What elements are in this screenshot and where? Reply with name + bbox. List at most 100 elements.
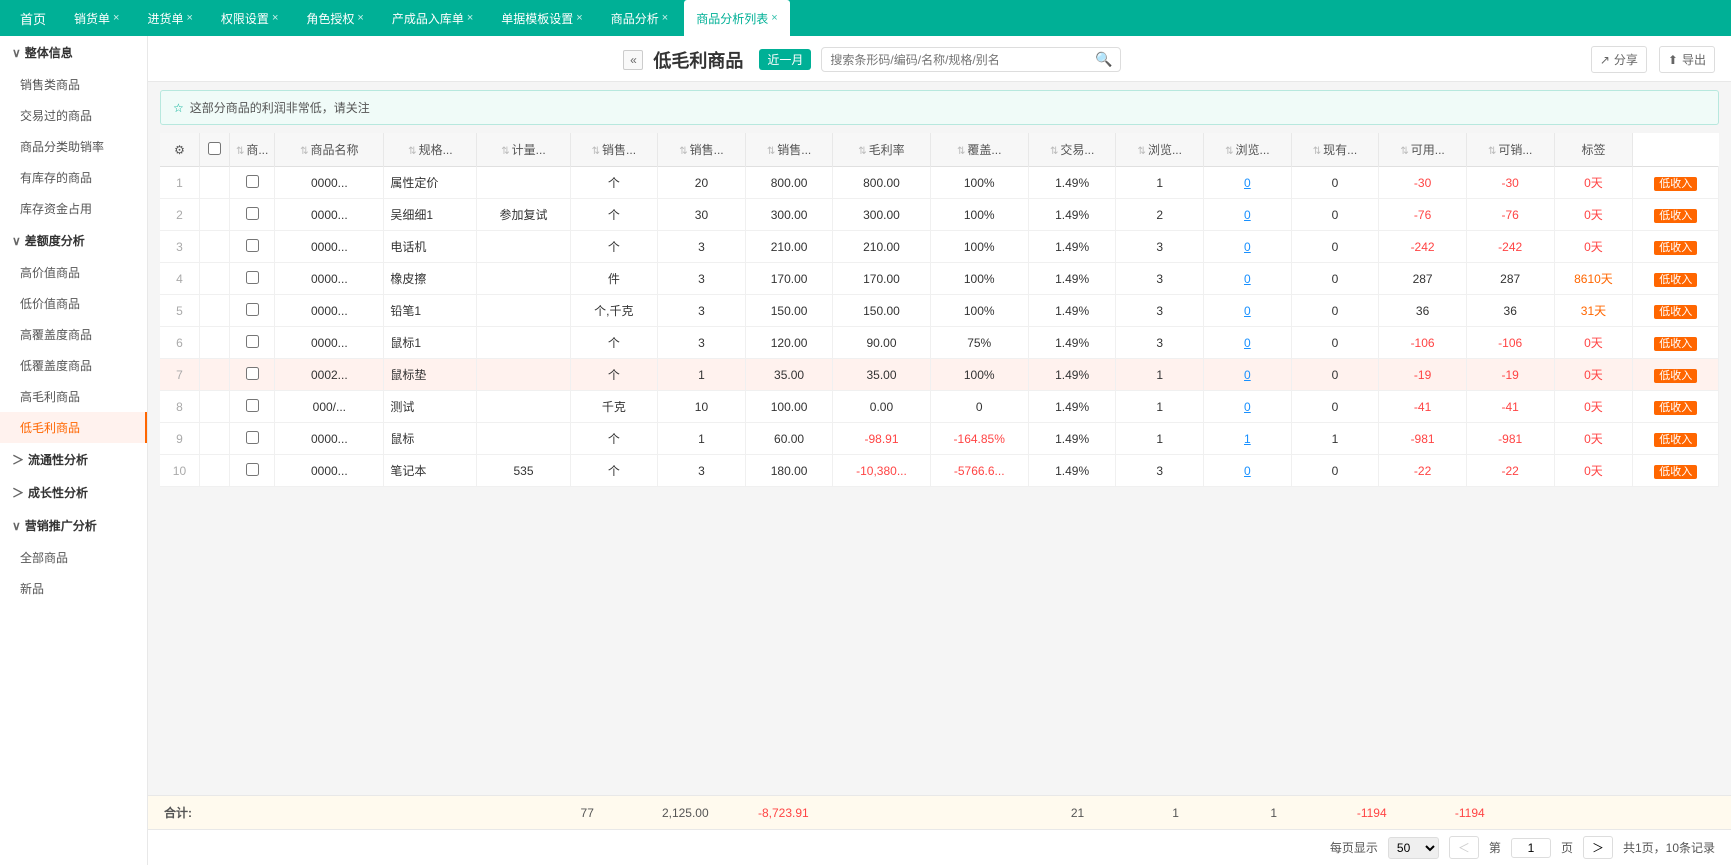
- th-code[interactable]: ⇅商...: [229, 133, 274, 167]
- nav-close-products[interactable]: ×: [467, 12, 473, 24]
- cell-checkbox[interactable]: [229, 391, 274, 423]
- cell-checkbox[interactable]: [229, 263, 274, 295]
- nav-close-templates[interactable]: ×: [576, 12, 582, 24]
- cell-transaction: 3: [1116, 327, 1204, 359]
- sidebar-item-traded-goods[interactable]: 交易过的商品: [0, 100, 147, 131]
- cell-code: 0000...: [275, 455, 384, 487]
- th-coverage[interactable]: ⇅覆盖...: [930, 133, 1028, 167]
- cell-views1[interactable]: 0: [1204, 199, 1292, 231]
- date-badge[interactable]: 近一月: [759, 49, 811, 70]
- sidebar-collapse-btn[interactable]: «: [623, 50, 643, 70]
- page-size-select[interactable]: 50 100 200: [1388, 837, 1439, 859]
- sidebar-item-high-value[interactable]: 高价值商品: [0, 257, 147, 288]
- cell-views1[interactable]: 0: [1204, 327, 1292, 359]
- th-views2[interactable]: ⇅浏览...: [1204, 133, 1292, 167]
- nav-close-analysis[interactable]: ×: [662, 12, 668, 24]
- cell-sales-profit: -98.91: [833, 423, 930, 455]
- nav-products[interactable]: 产成品入库单 ×: [380, 0, 485, 36]
- cell-checkbox[interactable]: [229, 423, 274, 455]
- th-transaction[interactable]: ⇅交易...: [1028, 133, 1116, 167]
- cell-views1[interactable]: 0: [1204, 231, 1292, 263]
- cell-code: 0000...: [275, 167, 384, 199]
- sidebar-item-low-value[interactable]: 低价值商品: [0, 288, 147, 319]
- cell-checkbox[interactable]: [229, 231, 274, 263]
- nav-home[interactable]: 首页: [8, 0, 58, 36]
- sidebar-item-stocked-goods[interactable]: 有库存的商品: [0, 162, 147, 193]
- nav-analysis-list[interactable]: 商品分析列表 ×: [684, 0, 789, 36]
- cell-views1[interactable]: 0: [1204, 455, 1292, 487]
- nav-sales[interactable]: 销货单 ×: [62, 0, 131, 36]
- search-box[interactable]: 🔍: [821, 47, 1121, 72]
- footer-views1: 1: [1127, 806, 1225, 820]
- nav-roles[interactable]: 角色授权 ×: [294, 0, 375, 36]
- nav-analysis[interactable]: 商品分析 ×: [599, 0, 680, 36]
- select-all-checkbox[interactable]: [208, 142, 221, 155]
- nav-close-sales[interactable]: ×: [113, 12, 119, 24]
- th-available[interactable]: ⇅可用...: [1379, 133, 1467, 167]
- cell-checkbox[interactable]: [229, 199, 274, 231]
- th-spec[interactable]: ⇅规格...: [384, 133, 477, 167]
- sidebar-item-high-margin[interactable]: 高毛利商品: [0, 381, 147, 412]
- cell-checkbox[interactable]: [229, 455, 274, 487]
- th-name[interactable]: ⇅商品名称: [275, 133, 384, 167]
- prev-page-btn[interactable]: ＜: [1449, 836, 1479, 859]
- th-sales-qty[interactable]: ⇅销售...: [570, 133, 658, 167]
- nav-purchase[interactable]: 进货单 ×: [135, 0, 204, 36]
- cell-coverage: 1.49%: [1028, 391, 1116, 423]
- sidebar-group-marketing[interactable]: ∨ 营销推广分析: [0, 509, 147, 542]
- page-number-input[interactable]: [1511, 838, 1551, 858]
- nav-close-purchase[interactable]: ×: [186, 12, 192, 24]
- th-sales-profit[interactable]: ⇅销售...: [745, 133, 833, 167]
- sidebar-group-growth[interactable]: ＞ 成长性分析: [0, 476, 147, 509]
- th-saleable[interactable]: ⇅可销...: [1466, 133, 1554, 167]
- sidebar-item-new-goods[interactable]: 新品: [0, 573, 147, 604]
- cell-gross-margin: 100%: [930, 167, 1028, 199]
- sidebar-item-high-coverage[interactable]: 高覆盖度商品: [0, 319, 147, 350]
- sidebar-item-all-goods[interactable]: 全部商品: [0, 542, 147, 573]
- share-button[interactable]: ↗ 分享: [1591, 46, 1647, 73]
- cell-checkbox[interactable]: [229, 359, 274, 391]
- sidebar-item-low-margin[interactable]: 低毛利商品: [0, 412, 147, 443]
- th-settings[interactable]: ⚙: [160, 133, 199, 167]
- th-tag[interactable]: 标签: [1554, 133, 1633, 167]
- th-unit[interactable]: ⇅计量...: [477, 133, 570, 167]
- next-page-btn[interactable]: ＞: [1583, 836, 1613, 859]
- sidebar-group-general[interactable]: ∨ 整体信息: [0, 36, 147, 69]
- cell-spec: [477, 327, 570, 359]
- cell-spec: 535: [477, 455, 570, 487]
- th-sales-amount[interactable]: ⇅销售...: [658, 133, 746, 167]
- sidebar-group-margin[interactable]: ∨ 差额度分析: [0, 224, 147, 257]
- cell-views1[interactable]: 1: [1204, 423, 1292, 455]
- cell-transaction: 1: [1116, 391, 1204, 423]
- notice-bar: ☆ 这部分商品的利润非常低，请关注: [160, 90, 1719, 125]
- notice-text: 这部分商品的利润非常低，请关注: [190, 99, 370, 116]
- sidebar-group-circulation[interactable]: ＞ 流通性分析: [0, 443, 147, 476]
- cell-num: 3: [160, 231, 199, 263]
- th-current-stock[interactable]: ⇅现有...: [1291, 133, 1379, 167]
- sidebar-item-sales-goods[interactable]: 销售类商品: [0, 69, 147, 100]
- nav-close-permissions[interactable]: ×: [272, 12, 278, 24]
- cell-views1[interactable]: 0: [1204, 391, 1292, 423]
- search-input[interactable]: [830, 53, 1095, 67]
- cell-checkbox[interactable]: [229, 295, 274, 327]
- th-gross-margin[interactable]: ⇅毛利率: [833, 133, 930, 167]
- nav-permissions[interactable]: 权限设置 ×: [209, 0, 290, 36]
- table-container[interactable]: ⚙ ⇅商... ⇅商品名称 ⇅规格... ⇅计量... ⇅销售... ⇅销售..…: [148, 133, 1731, 795]
- nav-close-roles[interactable]: ×: [357, 12, 363, 24]
- th-checkbox[interactable]: [199, 133, 229, 167]
- cell-checkbox[interactable]: [229, 167, 274, 199]
- sidebar-item-low-coverage[interactable]: 低覆盖度商品: [0, 350, 147, 381]
- export-button[interactable]: ⬆ 导出: [1659, 46, 1715, 73]
- cell-views1[interactable]: 0: [1204, 263, 1292, 295]
- cell-code: 0000...: [275, 295, 384, 327]
- sidebar-item-inventory-capital[interactable]: 库存资金占用: [0, 193, 147, 224]
- nav-close-analysis-list[interactable]: ×: [771, 12, 777, 24]
- sidebar-item-category-rate[interactable]: 商品分类助销率: [0, 131, 147, 162]
- cell-checkbox[interactable]: [229, 327, 274, 359]
- cell-available: -30: [1466, 167, 1554, 199]
- cell-views1[interactable]: 0: [1204, 295, 1292, 327]
- cell-views1[interactable]: 0: [1204, 359, 1292, 391]
- cell-views1[interactable]: 0: [1204, 167, 1292, 199]
- th-views1[interactable]: ⇅浏览...: [1116, 133, 1204, 167]
- nav-templates[interactable]: 单据模板设置 ×: [489, 0, 594, 36]
